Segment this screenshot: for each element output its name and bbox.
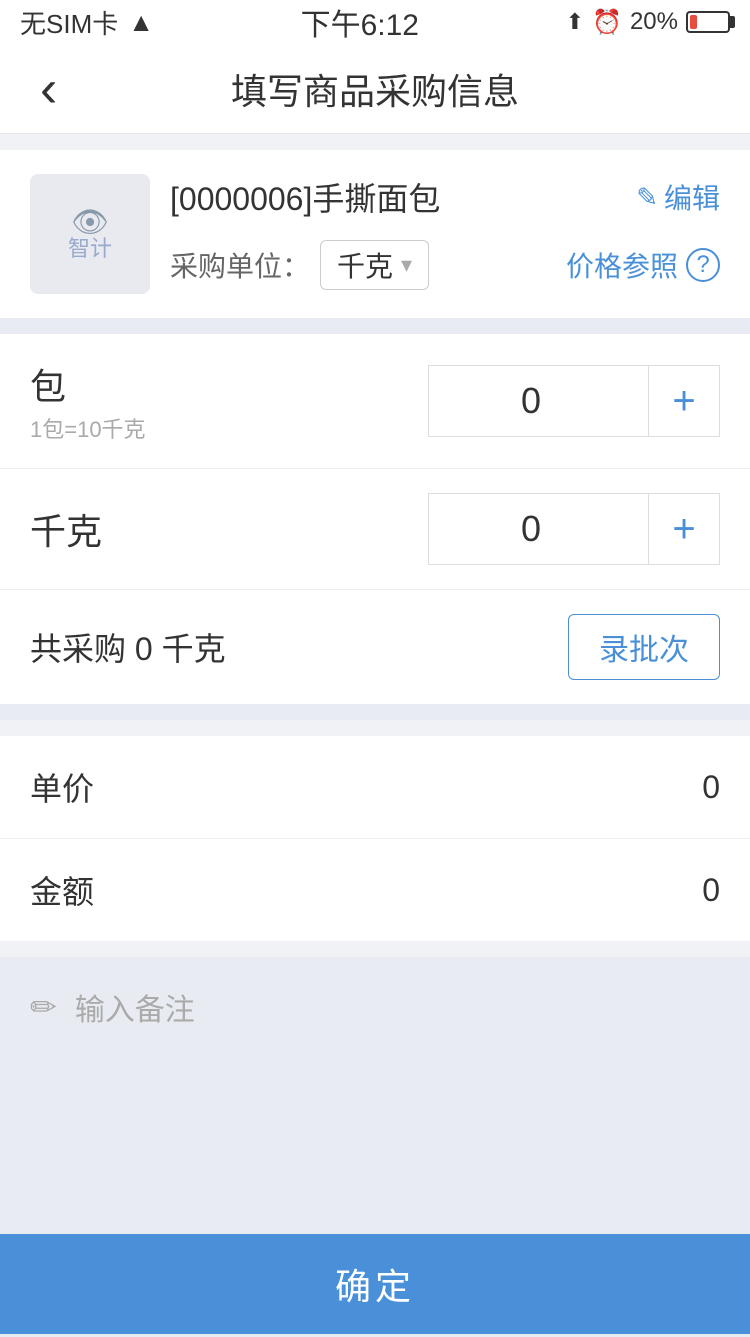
note-placeholder: 输入备注 (75, 985, 195, 1029)
quantity-row-kg: 千克 + (0, 469, 750, 590)
section-divider-1 (0, 318, 750, 334)
product-info: [0000006]手撕面包 ✎ 编辑 采购单位： 千克 ▾ 价格参照 ? (170, 174, 720, 290)
pencil-icon: ✏ (30, 988, 57, 1026)
quantity-label-bag: 包 1包=10千克 (30, 358, 150, 444)
price-label-amount: 金额 (30, 867, 94, 913)
section-divider-2 (0, 704, 750, 720)
product-image: 👁 智计 (30, 174, 150, 294)
batch-button[interactable]: 录批次 (568, 614, 720, 680)
price-label-unit: 单价 (30, 764, 94, 810)
quantity-label-kg: 千克 (30, 503, 150, 555)
status-left: 无SIM卡 ▲ (20, 4, 154, 41)
quantity-section: 包 1包=10千克 + 千克 + (0, 334, 750, 590)
price-ref-icon: ? (686, 248, 720, 282)
quantity-input-bag[interactable] (428, 365, 648, 437)
unit-select[interactable]: 千克 ▾ (320, 240, 429, 290)
quantity-label-bag-main: 包 (30, 358, 150, 410)
dropdown-icon: ▾ (401, 252, 412, 278)
battery-icon (686, 11, 730, 33)
page-title: 填写商品采购信息 (231, 63, 519, 115)
quantity-label-kg-main: 千克 (30, 503, 150, 555)
wifi-icon: ▲ (128, 7, 154, 38)
total-row: 共采购 0 千克 录批次 (0, 590, 750, 704)
product-unit-row: 采购单位： 千克 ▾ 价格参照 ? (170, 240, 720, 290)
quantity-label-bag-sub: 1包=10千克 (30, 412, 150, 444)
quantity-input-kg-field[interactable] (429, 494, 648, 564)
quantity-input-kg[interactable] (428, 493, 648, 565)
quantity-control-kg: + (428, 493, 720, 565)
product-name: [0000006]手撕面包 (170, 174, 440, 220)
quantity-row-bag: 包 1包=10千克 + (0, 334, 750, 469)
bottom-area: 确定 (0, 1234, 750, 1334)
alarm-icon: ⏰ (592, 8, 622, 37)
confirm-button[interactable]: 确定 (0, 1234, 750, 1334)
price-section: 单价 0 金额 0 (0, 736, 750, 941)
product-name-row: [0000006]手撕面包 ✎ 编辑 (170, 174, 720, 220)
carrier-text: 无SIM卡 (20, 4, 118, 41)
price-value-amount: 0 (702, 872, 720, 909)
status-bar: 无SIM卡 ▲ 下午6:12 ⬆ ⏰ 20% (0, 0, 750, 44)
product-logo: 👁 智计 (68, 208, 112, 260)
total-text: 共采购 0 千克 (30, 624, 226, 670)
back-button[interactable]: ‹ (30, 49, 67, 129)
edit-icon: ✎ (636, 182, 658, 213)
quantity-plus-bag[interactable]: + (648, 365, 720, 437)
price-row-unit: 单价 0 (0, 736, 750, 839)
nav-bar: ‹ 填写商品采购信息 (0, 44, 750, 134)
status-time: 下午6:12 (301, 0, 419, 44)
unit-label: 采购单位： 千克 ▾ (170, 240, 429, 290)
price-ref-button[interactable]: 价格参照 ? (566, 245, 720, 285)
location-icon: ⬆ (566, 9, 584, 35)
note-section[interactable]: ✏ 输入备注 (0, 957, 750, 1057)
battery-percent: 20% (630, 8, 678, 36)
quantity-input-bag-field[interactable] (429, 366, 648, 436)
quantity-plus-kg[interactable]: + (648, 493, 720, 565)
status-right: ⬆ ⏰ 20% (566, 8, 730, 37)
quantity-control-bag: + (428, 365, 720, 437)
price-row-amount: 金额 0 (0, 839, 750, 941)
product-card: 👁 智计 [0000006]手撕面包 ✎ 编辑 采购单位： 千克 ▾ 价格参照 (0, 150, 750, 318)
edit-button[interactable]: ✎ 编辑 (636, 177, 720, 217)
price-value-unit: 0 (702, 769, 720, 806)
